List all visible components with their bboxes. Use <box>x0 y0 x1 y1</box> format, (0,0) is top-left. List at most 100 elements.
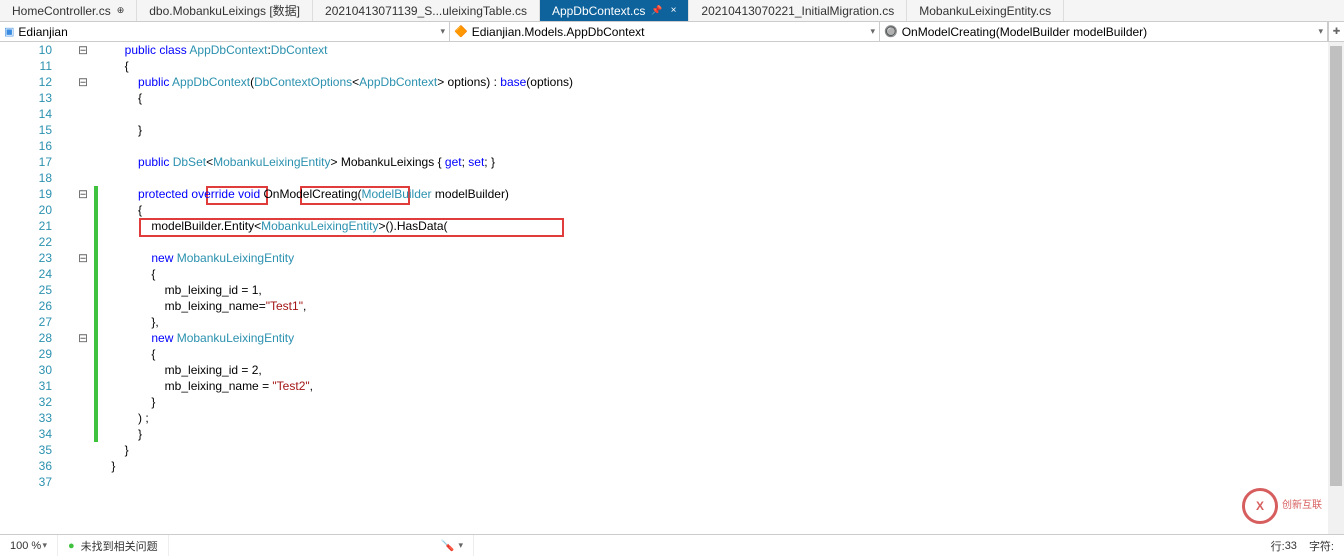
line-number: 24 <box>0 266 72 282</box>
chevron-down-icon: ▾ <box>42 540 47 551</box>
line-number: 28 <box>0 330 72 346</box>
code-line[interactable]: } <box>98 394 1344 410</box>
scrollbar-thumb[interactable] <box>1330 46 1342 486</box>
nav-project-dropdown[interactable]: ▣ Edianjian ▾ <box>0 22 450 41</box>
nav-bar: ▣ Edianjian ▾ 🔶 Edianjian.Models.AppDbCo… <box>0 22 1344 42</box>
tab-appdbcontext[interactable]: AppDbContext.cs 📌 × <box>540 0 689 21</box>
code-line[interactable]: mb_leixing_name="Test1", <box>98 298 1344 314</box>
tab-label: dbo.MobankuLeixings [数据] <box>149 2 300 19</box>
nav-class-label: Edianjian.Models.AppDbContext <box>472 25 645 39</box>
code-line[interactable]: { <box>98 90 1344 106</box>
code-line[interactable]: } <box>98 458 1344 474</box>
zoom-dropdown[interactable]: 100 % ▾ <box>0 535 58 556</box>
chevron-down-icon: ▾ <box>870 26 875 37</box>
code-line[interactable]: } <box>98 122 1344 138</box>
status-bar: 100 % ▾ ● 未找到相关问题 🪛 ▾ 行: 33 字符: <box>0 534 1344 556</box>
line-number: 29 <box>0 346 72 362</box>
code-line[interactable]: protected override void OnModelCreating(… <box>98 186 1344 202</box>
code-line[interactable]: } <box>98 442 1344 458</box>
vertical-scrollbar[interactable] <box>1328 42 1344 534</box>
fold-toggle[interactable]: ⊟ <box>72 186 94 202</box>
code-line[interactable] <box>98 474 1344 490</box>
fold-toggle <box>72 362 94 378</box>
tab-label: 20210413071139_S...uleixingTable.cs <box>325 4 527 18</box>
fold-toggle <box>72 266 94 282</box>
line-number: 30 <box>0 362 72 378</box>
tab-label: MobankuLeixingEntity.cs <box>919 4 1051 18</box>
line-number: 26 <box>0 298 72 314</box>
code-line[interactable] <box>98 170 1344 186</box>
line-number: 21 <box>0 218 72 234</box>
fold-toggle[interactable]: ⊟ <box>72 250 94 266</box>
tab-mobanku-entity[interactable]: MobankuLeixingEntity.cs <box>907 0 1064 21</box>
line-number: 11 <box>0 58 72 74</box>
fold-toggle[interactable]: ⊟ <box>72 330 94 346</box>
tab-label: 20210413070221_InitialMigration.cs <box>701 4 894 18</box>
tab-dbo-mobanku[interactable]: dbo.MobankuLeixings [数据] <box>137 0 313 21</box>
project-icon: ▣ <box>4 25 14 38</box>
screwdriver-icon: 🪛 <box>441 539 455 552</box>
code-line[interactable]: modelBuilder.Entity<MobankuLeixingEntity… <box>98 218 1344 234</box>
fold-margin: ⊟ ⊟ ⊟ ⊟ ⊟ <box>72 42 94 534</box>
fold-toggle <box>72 282 94 298</box>
line-number: 27 <box>0 314 72 330</box>
issues-status[interactable]: ● 未找到相关问题 <box>58 535 169 556</box>
code-line[interactable]: mb_leixing_name = "Test2", <box>98 378 1344 394</box>
close-icon[interactable]: × <box>671 5 677 16</box>
code-line[interactable]: new MobankuLeixingEntity <box>98 330 1344 346</box>
line-number: 36 <box>0 458 72 474</box>
line-number: 18 <box>0 170 72 186</box>
fold-toggle <box>72 314 94 330</box>
nav-class-dropdown[interactable]: 🔶 Edianjian.Models.AppDbContext ▾ <box>450 22 880 41</box>
pin-icon: 📌 <box>651 5 662 16</box>
line-number: 37 <box>0 474 72 490</box>
code-line[interactable]: mb_leixing_id = 2, <box>98 362 1344 378</box>
code-line[interactable]: }, <box>98 314 1344 330</box>
code-line[interactable]: public class AppDbContext:DbContext <box>98 42 1344 58</box>
code-line[interactable]: { <box>98 346 1344 362</box>
fold-toggle <box>72 426 94 442</box>
code-area[interactable]: public class AppDbContext:DbContext { pu… <box>98 42 1344 534</box>
fold-toggle <box>72 138 94 154</box>
method-icon: 🔘 <box>884 25 898 38</box>
editor: 1011121314151617181920212223242526272829… <box>0 42 1344 534</box>
line-number: 17 <box>0 154 72 170</box>
code-line[interactable] <box>98 138 1344 154</box>
nav-member-dropdown[interactable]: 🔘 OnModelCreating(ModelBuilder modelBuil… <box>880 22 1328 41</box>
line-number-value: 33 <box>1285 540 1297 552</box>
nav-member-label: OnModelCreating(ModelBuilder modelBuilde… <box>902 25 1147 39</box>
screwdriver-button[interactable]: 🪛 ▾ <box>431 535 474 556</box>
pin-icon: ⊕ <box>117 5 125 16</box>
char-prefix: 字符: <box>1309 538 1334 554</box>
logo-icon: X <box>1242 488 1278 524</box>
fold-toggle <box>72 378 94 394</box>
fold-toggle <box>72 218 94 234</box>
fold-toggle <box>72 458 94 474</box>
tab-home-controller[interactable]: HomeController.cs ⊕ <box>0 0 137 21</box>
code-line[interactable]: } <box>98 426 1344 442</box>
class-icon: 🔶 <box>454 25 468 38</box>
code-line[interactable] <box>98 234 1344 250</box>
code-line[interactable]: { <box>98 202 1344 218</box>
fold-toggle <box>72 298 94 314</box>
code-line[interactable]: mb_leixing_id = 1, <box>98 282 1344 298</box>
code-line[interactable]: new MobankuLeixingEntity <box>98 250 1344 266</box>
chevron-down-icon: ▾ <box>1318 26 1323 37</box>
line-number: 15 <box>0 122 72 138</box>
fold-toggle[interactable]: ⊟ <box>72 74 94 90</box>
nav-split-button[interactable]: ✚ <box>1328 22 1344 41</box>
tab-migration-1[interactable]: 20210413071139_S...uleixingTable.cs <box>313 0 540 21</box>
tab-initial-migration[interactable]: 20210413070221_InitialMigration.cs <box>689 0 907 21</box>
code-line[interactable]: public DbSet<MobankuLeixingEntity> Moban… <box>98 154 1344 170</box>
fold-toggle <box>72 346 94 362</box>
code-line[interactable]: ) ;💡 <box>98 410 1344 426</box>
code-line[interactable] <box>98 106 1344 122</box>
line-number: 14 <box>0 106 72 122</box>
fold-toggle[interactable]: ⊟ <box>72 42 94 58</box>
line-number: 35 <box>0 442 72 458</box>
logo-text: 创新互联 <box>1282 501 1322 511</box>
code-line[interactable]: public AppDbContext(DbContextOptions<App… <box>98 74 1344 90</box>
code-line[interactable]: { <box>98 266 1344 282</box>
tab-label: HomeController.cs <box>12 4 111 18</box>
code-line[interactable]: { <box>98 58 1344 74</box>
